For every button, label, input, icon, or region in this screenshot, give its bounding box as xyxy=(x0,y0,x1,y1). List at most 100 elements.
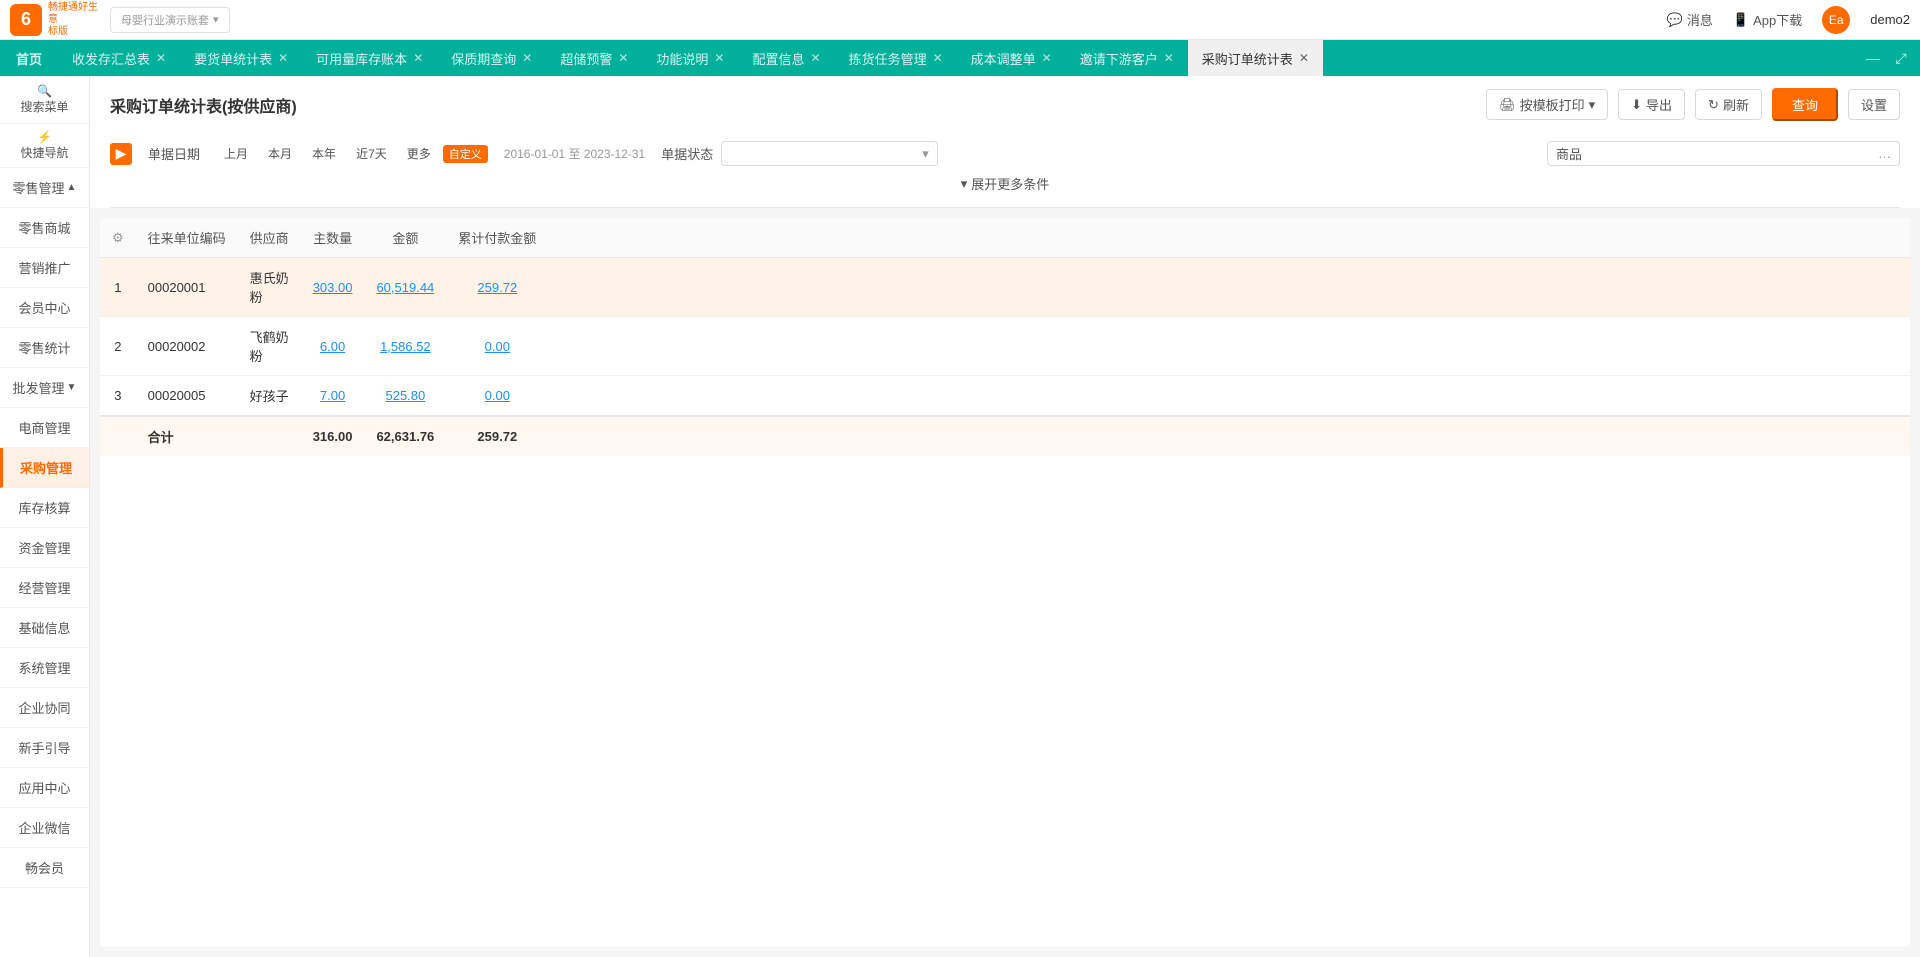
row-supplier: 惠氏奶粉 xyxy=(238,258,301,317)
qty-link[interactable]: 7.00 xyxy=(320,388,345,403)
sidebar-item-cggl[interactable]: 采购管理 xyxy=(0,448,89,488)
filter-toggle-button[interactable]: ▶ xyxy=(110,143,132,165)
sidebar-item-lssc[interactable]: 零售商城 xyxy=(0,208,89,248)
sidebar-item-hyy[interactable]: 畅会员 xyxy=(0,848,89,888)
store-selector[interactable]: 母婴行业演示账套 ▾ xyxy=(110,7,230,33)
search-button-label: 查询 xyxy=(1792,98,1818,113)
sidebar-item-pfgl[interactable]: 批发管理 ▼ xyxy=(0,368,89,408)
print-arrow-icon: ▾ xyxy=(1589,97,1596,113)
date-btn-more[interactable]: 更多 xyxy=(399,143,439,164)
tab-cbtz[interactable]: 成本调整单 ✕ xyxy=(957,40,1066,76)
sidebar-item-lstj-label: 零售统计 xyxy=(18,341,70,356)
tab-ccyj[interactable]: 超储预警 ✕ xyxy=(546,40,642,76)
tab-maximize-button[interactable]: ⤢ xyxy=(1888,45,1914,71)
sidebar-nav-label: 快捷导航 xyxy=(6,144,83,161)
row-amount: 525.80 xyxy=(364,376,446,417)
gear-icon[interactable]: ⚙ xyxy=(112,230,124,245)
th-amount: 金额 xyxy=(364,218,446,258)
header-actions: 🖨 按模板打印 ▾ ⬇ 导出 ↻ 刷新 查询 xyxy=(1486,88,1900,121)
th-gear[interactable]: ⚙ xyxy=(100,218,136,258)
tab-sfhz-close[interactable]: ✕ xyxy=(156,51,166,65)
setting-button[interactable]: 设置 xyxy=(1848,89,1900,120)
message-button[interactable]: 💬 消息 xyxy=(1667,10,1713,29)
tab-yqxyghy-close[interactable]: ✕ xyxy=(1164,51,1174,65)
goods-input[interactable] xyxy=(1590,142,1870,165)
sidebar-item-yxtp[interactable]: 营销推广 xyxy=(0,248,89,288)
th-qty: 主数量 xyxy=(301,218,365,258)
qty-link[interactable]: 6.00 xyxy=(320,339,345,354)
content-area: 采购订单统计表(按供应商) 🖨 按模板打印 ▾ ⬇ 导出 ↻ 刷新 xyxy=(90,76,1920,957)
row-amount: 1,586.52 xyxy=(364,317,446,376)
table-footer-row: 合计 316.00 62,631.76 259.72 xyxy=(100,416,1910,456)
sidebar-item-lstj[interactable]: 零售统计 xyxy=(0,328,89,368)
amount-link[interactable]: 525.80 xyxy=(385,388,425,403)
date-custom-badge[interactable]: 自定义 xyxy=(443,145,488,163)
tab-home[interactable]: 首页 xyxy=(0,40,58,76)
sidebar-item-zjgl[interactable]: 资金管理 xyxy=(0,528,89,568)
message-label: 消息 xyxy=(1687,10,1713,29)
status-dropdown-icon[interactable]: ▾ xyxy=(914,146,937,162)
message-icon: 💬 xyxy=(1667,12,1683,28)
footer-empty xyxy=(100,416,136,456)
qty-link[interactable]: 303.00 xyxy=(313,280,353,295)
goods-more-icon[interactable]: … xyxy=(1870,146,1899,161)
tab-bxqcx[interactable]: 保质期查询 ✕ xyxy=(437,40,546,76)
tab-gnms[interactable]: 功能说明 ✕ xyxy=(642,40,738,76)
tab-bxqcx-close[interactable]: ✕ xyxy=(522,51,532,65)
tab-ccyj-close[interactable]: ✕ xyxy=(618,51,628,65)
sidebar-item-dsgl[interactable]: 电商管理 xyxy=(0,408,89,448)
sidebar-item-lssm-label: 零售管理 xyxy=(13,178,65,197)
tab-cgdtj[interactable]: 采购订单统计表 ✕ xyxy=(1188,40,1323,76)
tab-gnms-close[interactable]: ✕ xyxy=(714,51,724,65)
tab-kylkzb-close[interactable]: ✕ xyxy=(413,51,423,65)
tab-cgdtj-close[interactable]: ✕ xyxy=(1299,51,1309,65)
tab-phgl-close[interactable]: ✕ xyxy=(933,51,943,65)
tab-minimize-button[interactable]: — xyxy=(1860,45,1886,71)
sidebar-item-zjgl-label: 资金管理 xyxy=(18,541,70,556)
tab-bar: 首页 收发存汇总表 ✕ 要货单统计表 ✕ 可用量库存账本 ✕ 保质期查询 ✕ 超… xyxy=(0,40,1920,76)
sidebar-nav[interactable]: ⚡ 快捷导航 xyxy=(0,124,89,168)
paid-link[interactable]: 0.00 xyxy=(485,388,510,403)
date-range: 2016-01-01 至 2023-12-31 xyxy=(504,145,645,162)
app-download-button[interactable]: 📱 App下载 xyxy=(1733,10,1802,29)
tab-cbtz-close[interactable]: ✕ xyxy=(1042,51,1052,65)
filter-row: ▶ 单据日期 上月 本月 本年 近7天 更多 自定义 2016-01-01 至 … xyxy=(110,141,1900,166)
tab-yqxyghy[interactable]: 邀请下游客户 ✕ xyxy=(1066,40,1188,76)
tab-pzsz-close[interactable]: ✕ xyxy=(811,51,821,65)
paid-link[interactable]: 259.72 xyxy=(477,280,517,295)
tab-pzsz[interactable]: 配置信息 ✕ xyxy=(738,40,834,76)
refresh-button[interactable]: ↻ 刷新 xyxy=(1695,89,1762,120)
sidebar-item-jcxx[interactable]: 基础信息 xyxy=(0,608,89,648)
amount-link[interactable]: 60,519.44 xyxy=(376,280,434,295)
status-input[interactable] xyxy=(722,142,914,165)
date-btn-this-year[interactable]: 本年 xyxy=(304,143,344,164)
date-btn-this-month[interactable]: 本月 xyxy=(260,143,300,164)
tab-yhtj[interactable]: 要货单统计表 ✕ xyxy=(180,40,302,76)
row-code: 00020001 xyxy=(136,258,238,317)
sidebar-item-jygl[interactable]: 经营管理 xyxy=(0,568,89,608)
search-button[interactable]: 查询 xyxy=(1772,88,1838,121)
sidebar-search[interactable]: 🔍 搜索菜单 xyxy=(0,76,89,124)
sidebar-item-kchj[interactable]: 库存核算 xyxy=(0,488,89,528)
logo-icon: 6 xyxy=(10,4,42,36)
tab-kylkzb[interactable]: 可用量库存账本 ✕ xyxy=(302,40,437,76)
sidebar-item-lssm[interactable]: 零售管理 ▲ xyxy=(0,168,89,208)
sidebar-item-xtgl[interactable]: 系统管理 xyxy=(0,648,89,688)
print-button[interactable]: 🖨 按模板打印 ▾ xyxy=(1486,89,1608,120)
sidebar-item-qyxt[interactable]: 企业协同 xyxy=(0,688,89,728)
date-btn-7days[interactable]: 近7天 xyxy=(348,143,395,164)
tab-phgl[interactable]: 拣货任务管理 ✕ xyxy=(835,40,957,76)
footer-label: 合计 xyxy=(136,416,238,456)
sidebar-item-yyzx[interactable]: 应用中心 xyxy=(0,768,89,808)
date-btn-last-month[interactable]: 上月 xyxy=(216,143,256,164)
sidebar-item-xsyd[interactable]: 新手引导 xyxy=(0,728,89,768)
expand-filter-button[interactable]: ▾ 展开更多条件 xyxy=(961,174,1050,193)
amount-link[interactable]: 1,586.52 xyxy=(380,339,431,354)
sidebar-item-qywx[interactable]: 企业微信 xyxy=(0,808,89,848)
sidebar-item-jcxx-label: 基础信息 xyxy=(18,621,70,636)
tab-sfhz[interactable]: 收发存汇总表 ✕ xyxy=(58,40,180,76)
tab-yhtj-close[interactable]: ✕ xyxy=(278,51,288,65)
paid-link[interactable]: 0.00 xyxy=(485,339,510,354)
export-button[interactable]: ⬇ 导出 xyxy=(1618,89,1685,120)
sidebar-item-hyzx[interactable]: 会员中心 xyxy=(0,288,89,328)
